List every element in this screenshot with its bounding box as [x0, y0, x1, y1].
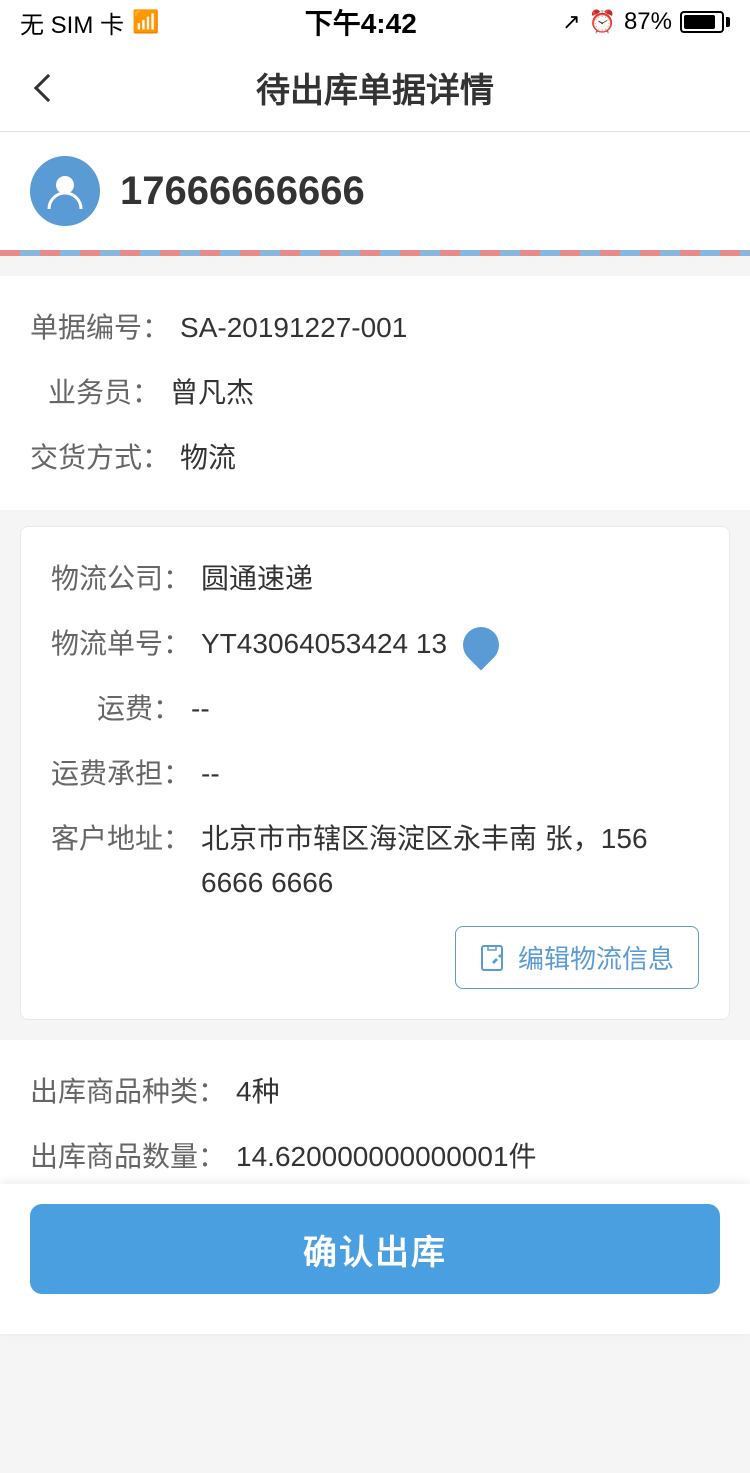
- goods-quantity-label: 出库商品数量：: [30, 1135, 226, 1180]
- goods-quantity-row: 出库商品数量： 14.620000000000001件: [30, 1135, 720, 1180]
- order-no-row: 单据编号： SA-20191227-001: [30, 306, 720, 351]
- bottom-bar: 确认出库: [0, 1184, 750, 1334]
- order-no-value: SA-20191227-001: [180, 306, 720, 351]
- customer-header: 17666666666: [0, 132, 750, 250]
- address-row: 客户地址： 北京市市辖区海淀区永丰南 张，156 6666 6666: [51, 817, 699, 907]
- freight-row: 运费： --: [51, 687, 699, 732]
- back-button[interactable]: [0, 44, 80, 132]
- nav-bar: 待出库单据详情: [0, 44, 750, 132]
- carrier-text: 无 SIM 卡: [20, 5, 124, 40]
- avatar: [30, 156, 100, 226]
- order-no-label: 单据编号：: [30, 306, 170, 351]
- freight-bear-label: 运费承担：: [51, 752, 191, 797]
- status-time: 下午4:42: [305, 2, 417, 42]
- salesman-row: 业务员： 曾凡杰: [30, 371, 720, 416]
- tracking-row: 物流单号： YT43064053424 13: [51, 622, 699, 667]
- address-label: 客户地址：: [51, 817, 191, 862]
- tracking-value: YT43064053424 13: [201, 622, 447, 667]
- tracking-value-row: YT43064053424 13: [201, 622, 699, 667]
- freight-bear-row: 运费承担： --: [51, 752, 699, 797]
- freight-value: --: [191, 687, 699, 732]
- address-value: 北京市市辖区海淀区永丰南 张，156 6666 6666: [201, 817, 699, 907]
- edit-logistics-label: 编辑物流信息: [518, 939, 674, 976]
- wifi-icon: 📶: [132, 9, 159, 35]
- battery-indicator: [680, 11, 730, 33]
- logistics-company-row: 物流公司： 圆通速递: [51, 557, 699, 602]
- battery-text: 87%: [624, 8, 672, 36]
- status-left: 无 SIM 卡 📶: [20, 5, 159, 40]
- logistics-company-label: 物流公司：: [51, 557, 191, 602]
- edit-logistics-button[interactable]: 编辑物流信息: [455, 926, 699, 989]
- page-title: 待出库单据详情: [256, 63, 494, 112]
- confirm-outbound-button[interactable]: 确认出库: [30, 1204, 720, 1294]
- goods-types-label: 出库商品种类：: [30, 1070, 226, 1115]
- alarm-icon: ⏰: [589, 9, 616, 35]
- salesman-value: 曾凡杰: [170, 371, 720, 416]
- logistics-section: 物流公司： 圆通速递 物流单号： YT43064053424 13 运费： --…: [20, 526, 730, 1020]
- back-chevron-icon: [34, 73, 62, 101]
- goods-quantity-value: 14.620000000000001件: [236, 1135, 720, 1180]
- delivery-method-row: 交货方式： 物流: [30, 436, 720, 481]
- freight-label: 运费：: [51, 687, 181, 732]
- goods-types-row: 出库商品种类： 4种: [30, 1070, 720, 1115]
- tracking-label: 物流单号：: [51, 622, 191, 667]
- goods-types-value: 4种: [236, 1070, 720, 1115]
- freight-bear-value: --: [201, 752, 699, 797]
- order-info-section: 单据编号： SA-20191227-001 业务员： 曾凡杰 交货方式： 物流: [0, 276, 750, 510]
- status-bar: 无 SIM 卡 📶 下午4:42 ↗ ⏰ 87%: [0, 0, 750, 44]
- location-icon[interactable]: [456, 619, 507, 670]
- delivery-method-label: 交货方式：: [30, 436, 170, 481]
- user-icon: [45, 171, 85, 211]
- edit-btn-row: 编辑物流信息: [51, 926, 699, 989]
- dashed-divider: [0, 250, 750, 256]
- edit-icon: [480, 944, 508, 972]
- logistics-company-value: 圆通速递: [201, 557, 699, 602]
- location-status-icon: ↗: [562, 9, 580, 35]
- salesman-label: 业务员：: [30, 371, 160, 416]
- delivery-method-value: 物流: [180, 436, 720, 481]
- customer-phone: 17666666666: [120, 169, 365, 214]
- status-right: ↗ ⏰ 87%: [562, 8, 730, 36]
